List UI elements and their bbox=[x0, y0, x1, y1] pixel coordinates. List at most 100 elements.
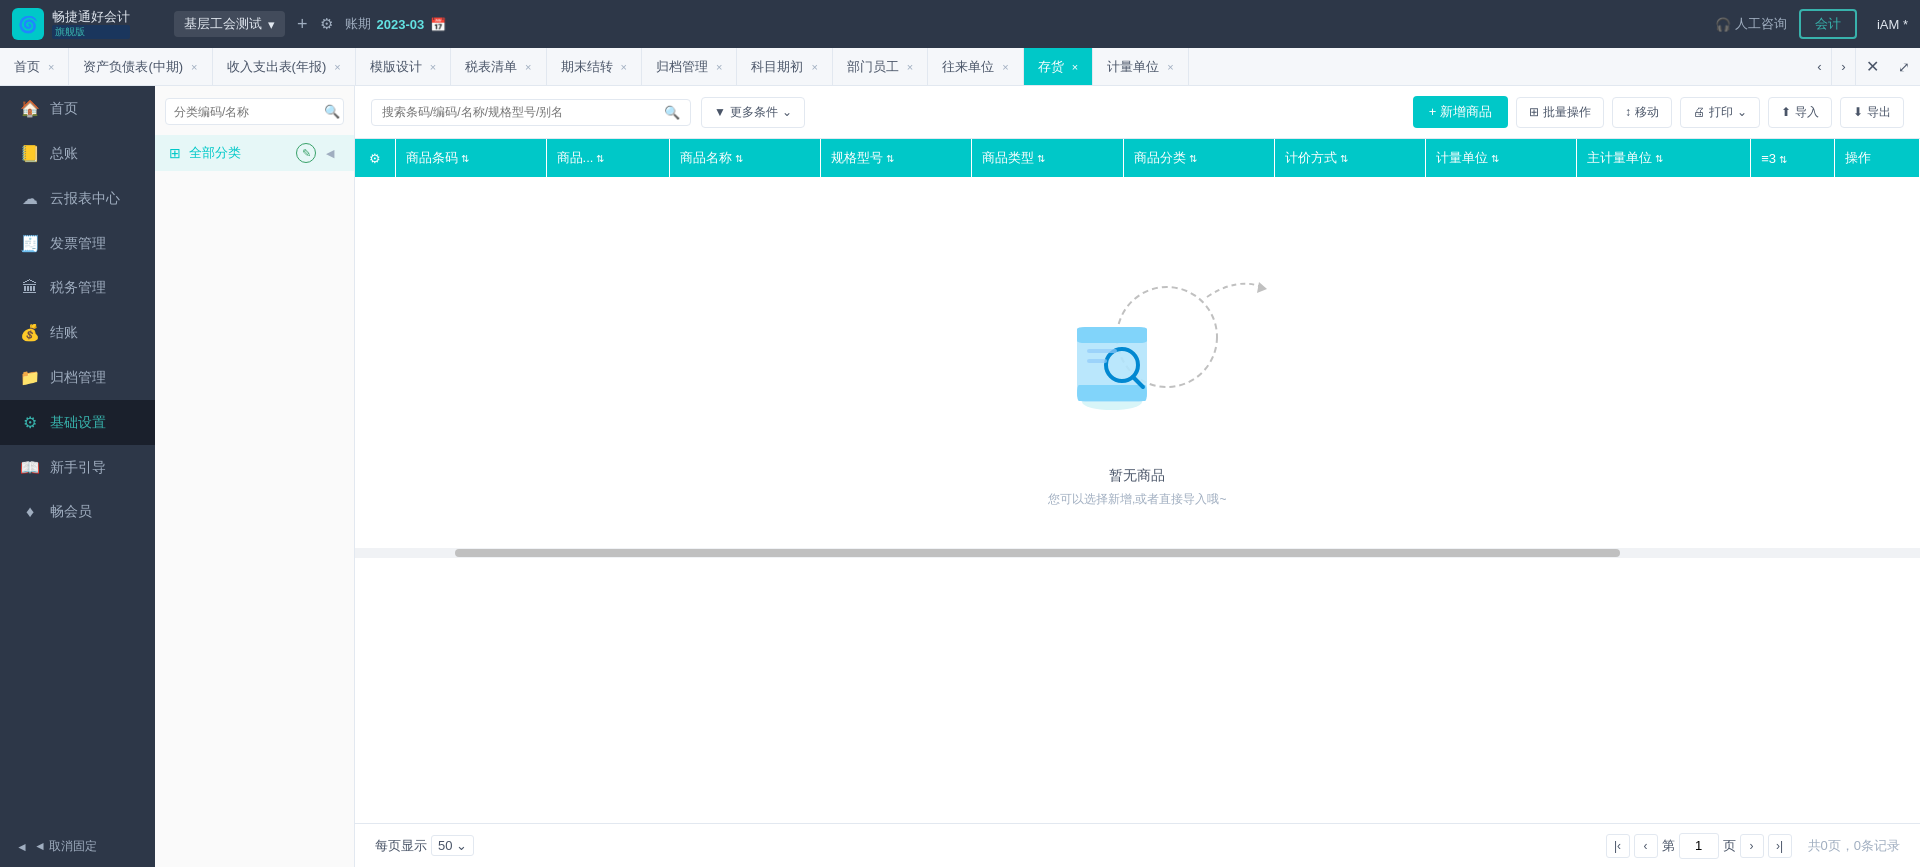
sidebar-item-云报表中心[interactable]: ☁ 云报表中心 bbox=[0, 176, 155, 221]
sidebar: 🏠 首页📒 总账☁ 云报表中心🧾 发票管理🏛 税务管理💰 结账📁 归档管理⚙ 基… bbox=[0, 86, 155, 867]
page-size-select[interactable]: 50 ⌄ bbox=[431, 835, 474, 856]
sidebar-item-归档管理[interactable]: 📁 归档管理 bbox=[0, 355, 155, 400]
batch-operation-button[interactable]: ⊞ 批量操作 bbox=[1516, 97, 1604, 128]
col-header-main_unit[interactable]: 主计量单位⇅ bbox=[1576, 139, 1750, 177]
tab-close-all[interactable]: ✕ bbox=[1856, 48, 1888, 86]
tab-label: 收入支出表(年报) bbox=[227, 58, 327, 76]
page-last-btn[interactable]: ›| bbox=[1768, 834, 1792, 858]
tab-close-icon[interactable]: × bbox=[430, 61, 436, 73]
tab-close-icon[interactable]: × bbox=[716, 61, 722, 73]
page-first-btn[interactable]: |‹ bbox=[1606, 834, 1630, 858]
svg-rect-8 bbox=[1087, 349, 1117, 353]
tab-item-11[interactable]: 计量单位× bbox=[1093, 48, 1188, 86]
page-size-chevron: ⌄ bbox=[456, 838, 467, 853]
sidebar-item-总账[interactable]: 📒 总账 bbox=[0, 131, 155, 176]
tab-close-icon[interactable]: × bbox=[907, 61, 913, 73]
tab-item-6[interactable]: 归档管理× bbox=[642, 48, 737, 86]
sort-icon: ⇅ bbox=[461, 153, 469, 164]
move-button[interactable]: ↕ 移动 bbox=[1612, 97, 1672, 128]
col-header-col3[interactable]: ≡3⇅ bbox=[1751, 139, 1835, 177]
calendar-icon[interactable]: 📅 bbox=[430, 17, 446, 32]
col-header-price_method[interactable]: 计价方式⇅ bbox=[1274, 139, 1425, 177]
tab-item-9[interactable]: 往来单位× bbox=[928, 48, 1023, 86]
tab-item-4[interactable]: 税表清单× bbox=[451, 48, 546, 86]
add-tab-icon[interactable]: + bbox=[297, 14, 308, 35]
tab-close-icon[interactable]: × bbox=[334, 61, 340, 73]
tab-item-1[interactable]: 资产负债表(中期)× bbox=[69, 48, 212, 86]
tab-close-icon[interactable]: × bbox=[48, 61, 54, 73]
scrollbar-thumb[interactable] bbox=[455, 549, 1620, 557]
sort-icon: ⇅ bbox=[1189, 153, 1197, 164]
sidebar-label-4: 税务管理 bbox=[50, 279, 106, 297]
tab-item-5[interactable]: 期末结转 × bbox=[547, 48, 642, 86]
page-prev-btn[interactable]: ‹ bbox=[1634, 834, 1658, 858]
tab-nav-right[interactable]: › bbox=[1832, 48, 1856, 86]
account-button[interactable]: 会计 bbox=[1799, 9, 1857, 39]
pagination: 每页显示 50 ⌄ |‹ ‹ 第 页 › ›| 共0页，0条记录 bbox=[355, 823, 1920, 867]
col-header-type[interactable]: 商品类型⇅ bbox=[972, 139, 1123, 177]
batch-icon: ⊞ bbox=[1529, 105, 1539, 119]
collapse-category-btn[interactable]: ◀ bbox=[320, 143, 340, 163]
sidebar-item-畅会员[interactable]: ♦ 畅会员 bbox=[0, 490, 155, 534]
col-header-unit[interactable]: 计量单位⇅ bbox=[1425, 139, 1576, 177]
page-number-input[interactable] bbox=[1679, 833, 1719, 859]
edit-category-btn[interactable]: ✎ bbox=[296, 143, 316, 163]
main-content: 🔍 ⊞ 全部分类 ✎ ◀ 🔍 ▼ 更多条件 bbox=[155, 86, 1920, 867]
svg-rect-4 bbox=[1077, 327, 1147, 343]
sidebar-collapse-btn[interactable]: ◄ ◄ 取消固定 bbox=[0, 826, 155, 867]
sidebar-item-新手引导[interactable]: 📖 新手引导 bbox=[0, 445, 155, 490]
filter-button[interactable]: ▼ 更多条件 ⌄ bbox=[701, 97, 805, 128]
tab-close-icon[interactable]: × bbox=[811, 61, 817, 73]
logo-area: 🌀 畅捷通好会计 旗舰版 bbox=[12, 8, 162, 40]
sidebar-item-基础设置[interactable]: ⚙ 基础设置 bbox=[0, 400, 155, 445]
sort-icon: ⇅ bbox=[735, 153, 743, 164]
chevron-down-icon: ▾ bbox=[268, 17, 275, 32]
page-next-btn[interactable]: › bbox=[1740, 834, 1764, 858]
sidebar-items: 🏠 首页📒 总账☁ 云报表中心🧾 发票管理🏛 税务管理💰 结账📁 归档管理⚙ 基… bbox=[0, 86, 155, 534]
tab-item-2[interactable]: 收入支出表(年报) × bbox=[213, 48, 356, 86]
tab-close-icon[interactable]: × bbox=[525, 61, 531, 73]
col-header-barcode[interactable]: 商品条码⇅ bbox=[395, 139, 546, 177]
app-logo-icon: 🌀 bbox=[12, 8, 44, 40]
tab-expand[interactable]: ⤢ bbox=[1888, 48, 1920, 86]
sidebar-item-税务管理[interactable]: 🏛 税务管理 bbox=[0, 266, 155, 310]
tab-close-icon[interactable]: × bbox=[621, 61, 627, 73]
headset-icon: 🎧 bbox=[1715, 17, 1731, 32]
tab-item-10[interactable]: 存货× bbox=[1024, 48, 1093, 86]
tab-close-icon[interactable]: × bbox=[191, 61, 197, 73]
page-navigation: |‹ ‹ 第 页 › ›| 共0页，0条记录 bbox=[1606, 833, 1900, 859]
tab-close-icon[interactable]: × bbox=[1167, 61, 1173, 73]
tab-item-3[interactable]: 模版设计 × bbox=[356, 48, 451, 86]
company-selector[interactable]: 基层工会测试 ▾ bbox=[174, 11, 285, 37]
tab-label: 首页 bbox=[14, 58, 40, 76]
col-header-name[interactable]: 商品名称⇅ bbox=[670, 139, 821, 177]
tab-nav-left[interactable]: ‹ bbox=[1808, 48, 1832, 86]
tab-label: 期末结转 bbox=[561, 58, 613, 76]
category-all[interactable]: ⊞ 全部分类 ✎ ◀ bbox=[155, 135, 354, 171]
settings-icon[interactable]: ⚙ bbox=[320, 15, 333, 33]
tab-close-icon[interactable]: × bbox=[1072, 61, 1078, 73]
tab-item-8[interactable]: 部门员工× bbox=[833, 48, 928, 86]
print-button[interactable]: 🖨 打印 ⌄ bbox=[1680, 97, 1760, 128]
main-search-input[interactable] bbox=[382, 105, 658, 119]
toolbar: 🔍 ▼ 更多条件 ⌄ + 新增商品 ⊞ 批量操作 ↕ 移动 bbox=[355, 86, 1920, 139]
tab-close-icon[interactable]: × bbox=[1002, 61, 1008, 73]
export-button[interactable]: ⬇ 导出 bbox=[1840, 97, 1904, 128]
main-search-icon[interactable]: 🔍 bbox=[664, 105, 680, 120]
tab-label: 模版设计 bbox=[370, 58, 422, 76]
table-wrapper[interactable]: ⚙商品条码⇅商品...⇅商品名称⇅规格型号⇅商品类型⇅商品分类⇅计价方式⇅计量单… bbox=[355, 139, 1920, 823]
tab-item-7[interactable]: 科目期初× bbox=[737, 48, 832, 86]
col-header-category[interactable]: 商品分类⇅ bbox=[1123, 139, 1274, 177]
table-header: ⚙商品条码⇅商品...⇅商品名称⇅规格型号⇅商品类型⇅商品分类⇅计价方式⇅计量单… bbox=[355, 139, 1920, 177]
sidebar-item-首页[interactable]: 🏠 首页 bbox=[0, 86, 155, 131]
sidebar-icon-6: 📁 bbox=[20, 368, 40, 387]
category-search-input[interactable] bbox=[174, 105, 324, 119]
import-button[interactable]: ⬆ 导入 bbox=[1768, 97, 1832, 128]
col-header-spec[interactable]: 规格型号⇅ bbox=[821, 139, 972, 177]
ai-consult-btn[interactable]: 🎧 人工咨询 bbox=[1715, 15, 1787, 33]
col-header-code[interactable]: 商品...⇅ bbox=[546, 139, 670, 177]
tab-item-0[interactable]: 首页 × bbox=[0, 48, 69, 86]
sidebar-item-发票管理[interactable]: 🧾 发票管理 bbox=[0, 221, 155, 266]
add-product-button[interactable]: + 新增商品 bbox=[1413, 96, 1508, 128]
sidebar-item-结账[interactable]: 💰 结账 bbox=[0, 310, 155, 355]
